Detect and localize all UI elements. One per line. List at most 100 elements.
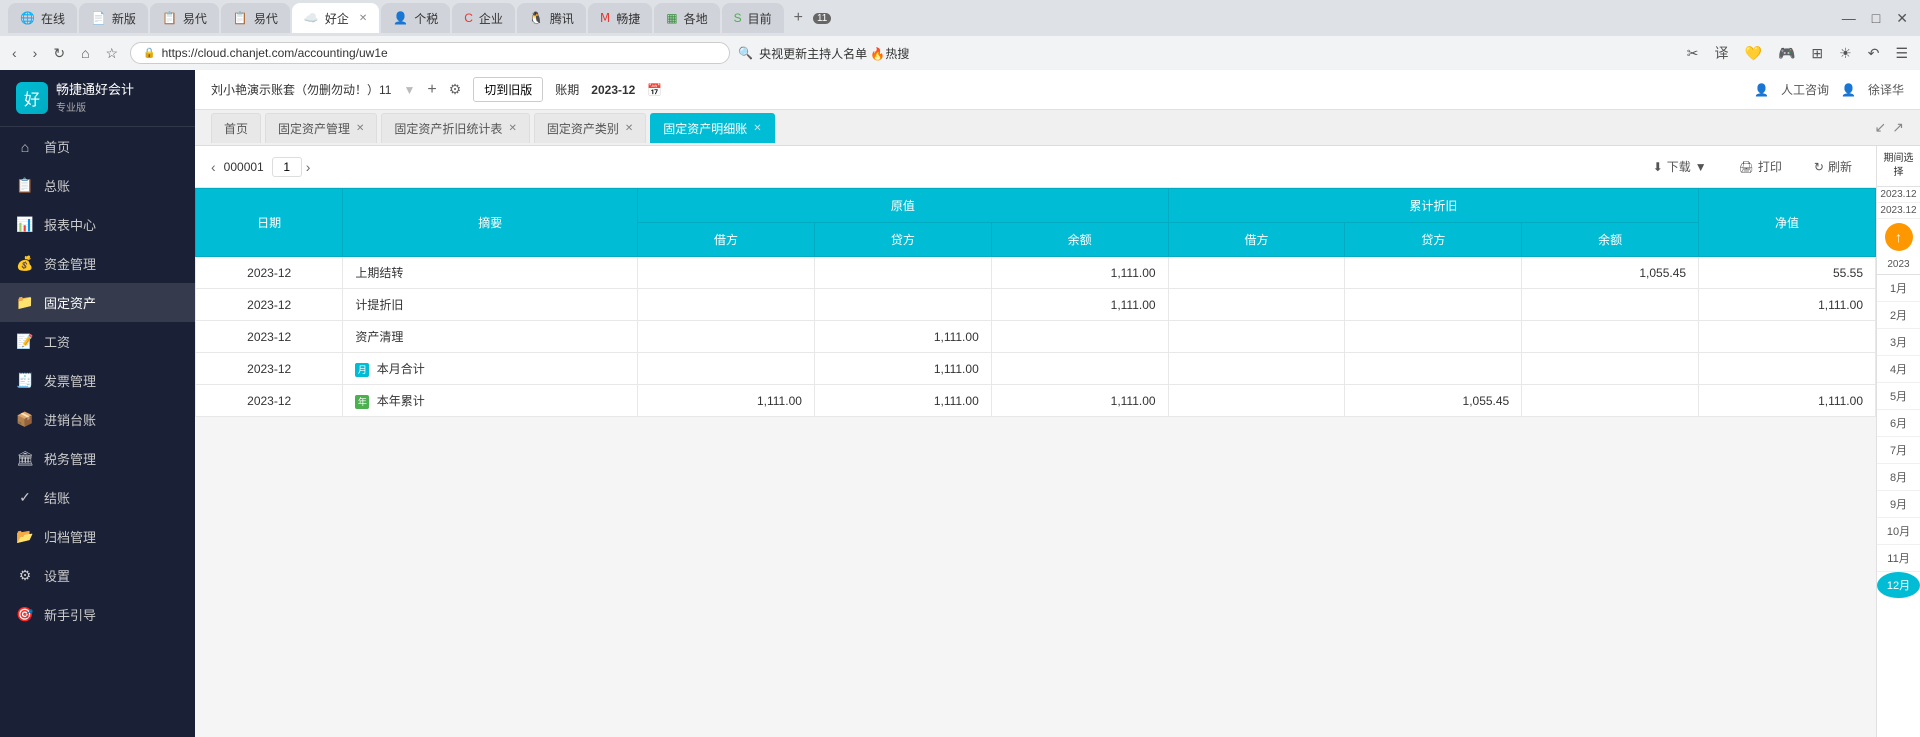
tab-add-button[interactable]: + (786, 9, 811, 27)
add-company-icon[interactable]: + (427, 81, 436, 99)
sidebar-item-purchase-sales[interactable]: 📦 进销台账 (0, 400, 195, 439)
period-month-11[interactable]: 11月 (1877, 545, 1920, 572)
tab-asset-detail[interactable]: 固定资产明细账 ✕ (650, 113, 774, 143)
tab-label: 目前 (748, 10, 772, 27)
dropdown-icon[interactable]: ▼ (403, 83, 415, 97)
prev-page-button[interactable]: ‹ (211, 159, 216, 175)
game-icon[interactable]: 🎮 (1774, 43, 1799, 64)
tab-yidai-2[interactable]: 📋 易代 (221, 3, 290, 33)
maximize-button[interactable]: □ (1868, 6, 1884, 31)
home-button[interactable]: ⌂ (77, 41, 93, 65)
bookmark-button[interactable]: ☆ (102, 41, 123, 66)
ledger-icon: 📋 (16, 177, 34, 194)
tab-home[interactable]: 首页 (211, 113, 261, 143)
period-month-9[interactable]: 9月 (1877, 491, 1920, 518)
expand-icon[interactable]: ↗ (1892, 119, 1904, 136)
grid-icon[interactable]: ⊞ (1807, 43, 1827, 64)
period-month-12[interactable]: 12月 (1877, 572, 1920, 599)
period-month-1[interactable]: 1月 (1877, 275, 1920, 302)
tab-gedi[interactable]: ▦ 各地 (654, 3, 719, 33)
cell-orig-credit-4: 1,111.00 (814, 385, 991, 417)
sidebar-item-closing[interactable]: ✓ 结账 (0, 478, 195, 517)
cell-acc-balance-0: 1,055.45 (1522, 257, 1699, 289)
settings-company-icon[interactable]: ⚙ (449, 81, 462, 98)
tab-muqian[interactable]: S 目前 (722, 3, 784, 33)
next-page-button[interactable]: › (306, 159, 311, 175)
tab-yidai-1[interactable]: 📋 易代 (150, 3, 219, 33)
sidebar-item-tax[interactable]: 🏛 税务管理 (0, 439, 195, 478)
service-btn[interactable]: 人工咨询 (1781, 81, 1829, 98)
logo-text-area: 畅捷通好会计 专业版 (56, 82, 134, 114)
tab-close-fixed-mgmt[interactable]: ✕ (356, 123, 364, 134)
url-bar[interactable]: 🔒 https://cloud.chanjet.com/accounting/u… (130, 42, 730, 64)
period-month-8[interactable]: 8月 (1877, 464, 1920, 491)
undo-icon[interactable]: ↶ (1864, 43, 1884, 64)
calendar-icon[interactable]: 📅 (647, 83, 662, 97)
refresh-button[interactable]: ↻ 刷新 (1806, 154, 1860, 179)
table-row: 2023-12 资产清理 1,111.00 (196, 321, 1876, 353)
tab-tengxun[interactable]: 🐧 腾讯 (517, 3, 586, 33)
period-label: 账期 (555, 81, 579, 98)
sidebar-item-reports[interactable]: 📊 报表中心 (0, 205, 195, 244)
tab-asset-category[interactable]: 固定资产类别 ✕ (534, 113, 646, 143)
service-icon: 👤 (1754, 83, 1769, 97)
period-month-3[interactable]: 3月 (1877, 329, 1920, 356)
tab-haoqi[interactable]: ☁️ 好企 ✕ (292, 3, 379, 33)
switch-version-button[interactable]: 切到旧版 (473, 77, 543, 102)
tab-changjie[interactable]: Ⅿ 畅捷 (588, 3, 652, 33)
salary-icon: 📝 (16, 333, 34, 350)
download-button[interactable]: ⬇ 下载 ▼ (1645, 154, 1715, 179)
tab-label: 畅捷 (616, 10, 640, 27)
cell-acc-balance-3 (1522, 353, 1699, 385)
tab-qiye[interactable]: C 企业 (452, 3, 515, 33)
print-button[interactable]: 🖨 打印 (1731, 154, 1790, 179)
tab-zaixian[interactable]: 🌐 在线 (8, 3, 77, 33)
period-month-10[interactable]: 10月 (1877, 518, 1920, 545)
user-name[interactable]: 徐译华 (1868, 81, 1904, 98)
tab-close-detail[interactable]: ✕ (753, 123, 761, 134)
tab-label: 在线 (41, 10, 65, 27)
sidebar-item-home[interactable]: ⌂ 首页 (0, 127, 195, 166)
period-month-5[interactable]: 5月 (1877, 383, 1920, 410)
reload-button[interactable]: ↻ (49, 41, 69, 66)
translate-icon[interactable]: 译 (1711, 41, 1733, 65)
brightness-icon[interactable]: ☀ (1835, 43, 1856, 64)
tab-close-cat[interactable]: ✕ (625, 123, 633, 134)
sidebar-item-archive[interactable]: 📂 归档管理 (0, 517, 195, 556)
period-month-7[interactable]: 7月 (1877, 437, 1920, 464)
sidebar-item-capital[interactable]: 💰 资金管理 (0, 244, 195, 283)
tab-close-dep[interactable]: ✕ (508, 123, 516, 134)
close-button[interactable]: ✕ (1892, 6, 1912, 31)
tab-depreciation-stats[interactable]: 固定资产折旧统计表 ✕ (381, 113, 529, 143)
period-month-2[interactable]: 2月 (1877, 302, 1920, 329)
cell-orig-balance-2 (991, 321, 1168, 353)
refresh-icon: ↻ (1814, 160, 1824, 174)
minimize-button[interactable]: — (1838, 6, 1860, 31)
cell-orig-debit-4: 1,111.00 (638, 385, 815, 417)
back-button[interactable]: ‹ (8, 41, 21, 65)
sidebar-item-invoice[interactable]: 🧾 发票管理 (0, 361, 195, 400)
search-bar[interactable]: 🔍 央视更新主持人名单 🔥热搜 (738, 45, 1675, 62)
period-month-6[interactable]: 6月 (1877, 410, 1920, 437)
forward-button[interactable]: › (29, 41, 42, 65)
sidebar-item-general-ledger[interactable]: 📋 总账 (0, 166, 195, 205)
cell-orig-balance-0: 1,111.00 (991, 257, 1168, 289)
page-input[interactable] (272, 157, 302, 177)
menu-icon[interactable]: ☰ (1891, 43, 1912, 64)
tab-fixed-assets-mgmt[interactable]: 固定资产管理 ✕ (265, 113, 377, 143)
sidebar-item-fixed-assets[interactable]: 📁 固定资产 (0, 283, 195, 322)
wallet-icon[interactable]: 💛 (1741, 43, 1766, 64)
cell-date-0: 2023-12 (196, 257, 343, 289)
scissors-icon[interactable]: ✂ (1683, 43, 1703, 64)
cell-acc-debit-4 (1168, 385, 1345, 417)
tab-xinban[interactable]: 📄 新版 (79, 3, 148, 33)
period-month-4[interactable]: 4月 (1877, 356, 1920, 383)
sidebar-item-settings[interactable]: ⚙ 设置 (0, 556, 195, 595)
sidebar-item-guide[interactable]: 🎯 新手引导 (0, 595, 195, 634)
cell-summary-3: 月 本月合计 (343, 353, 638, 385)
collapse-icon[interactable]: ↙ (1875, 119, 1887, 136)
sidebar-item-salary[interactable]: 📝 工资 (0, 322, 195, 361)
period-top-button[interactable]: ↑ (1885, 223, 1913, 251)
tab-geshui[interactable]: 👤 个税 (381, 3, 450, 33)
tab-close-icon[interactable]: ✕ (359, 13, 367, 24)
